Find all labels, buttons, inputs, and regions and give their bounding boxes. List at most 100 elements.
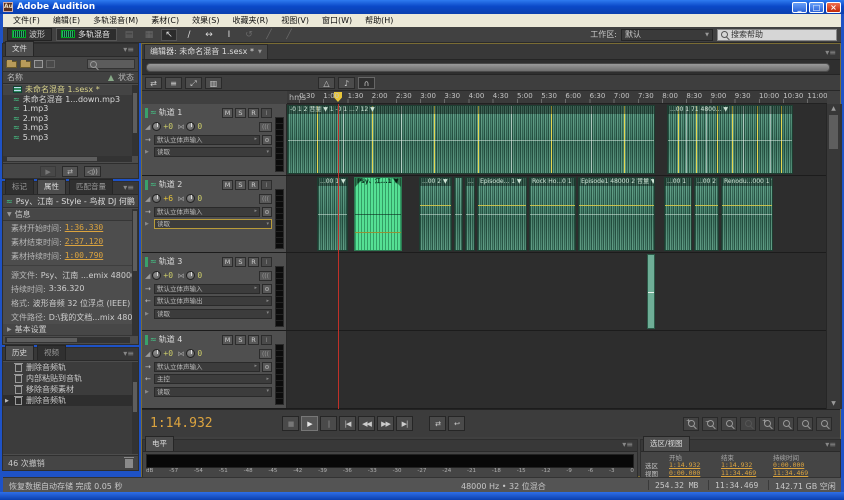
go-to-start-button[interactable]: |◀	[339, 416, 356, 431]
mute-button[interactable]: M	[222, 257, 233, 267]
workspace-dropdown[interactable]: 默认 ▼	[621, 29, 713, 41]
tab-files[interactable]: 文件	[5, 41, 34, 56]
volume-value[interactable]: +6	[163, 194, 175, 203]
move-tool-button[interactable]: ↖	[161, 29, 177, 41]
zoom-selection-out-button[interactable]	[797, 417, 813, 431]
monitor-input-button[interactable]: I	[261, 257, 272, 267]
zoom-reset-button[interactable]	[740, 417, 756, 431]
history-vertical-scrollbar[interactable]	[132, 362, 138, 454]
mute-button[interactable]: M	[222, 335, 233, 345]
volume-envelope[interactable]	[695, 205, 718, 206]
minimize-button[interactable]: _	[792, 2, 807, 13]
output-dropdown[interactable]: 默认立体声输出▸	[154, 296, 272, 306]
file-item[interactable]: ≈3.mp3	[3, 123, 132, 133]
scrollbar-thumb[interactable]	[829, 115, 838, 149]
trash-icon[interactable]	[125, 459, 133, 468]
file-item[interactable]: ≈未命名混音 1...down.mp3	[3, 95, 132, 105]
tab-0[interactable]: 标记	[5, 179, 34, 194]
volume-knob[interactable]	[152, 349, 161, 358]
input-settings-button[interactable]	[262, 362, 272, 372]
sort-asc-icon[interactable]: ▲	[108, 73, 114, 82]
solo-button[interactable]: S	[235, 180, 246, 190]
menu-item[interactable]: 文件(F)	[7, 14, 46, 27]
files-search-input[interactable]	[87, 59, 135, 69]
monitor-input-button[interactable]: I	[261, 108, 272, 118]
stop-button[interactable]: ■	[282, 416, 299, 431]
clip[interactable]: ...00 2 ▼	[419, 177, 452, 251]
column-status[interactable]: 状态	[118, 72, 134, 83]
track-controls-button[interactable]: ≡	[165, 77, 182, 89]
tab-1[interactable]: 属性	[37, 179, 66, 194]
panel-menu-icon[interactable]: ▾≡	[119, 183, 138, 194]
metronome-button[interactable]: △	[318, 77, 335, 89]
clip[interactable]: -0 1 2 音量 ▼ 1 -0 1 ...7 12 ▼	[287, 105, 655, 174]
tab-history-0[interactable]: 历史	[5, 345, 34, 360]
record-arm-button[interactable]: R	[248, 108, 259, 118]
pan-knob[interactable]	[186, 194, 195, 203]
tab-2[interactable]: 匹配音量	[69, 179, 113, 194]
pan-knob[interactable]	[186, 122, 195, 131]
clip[interactable]	[454, 177, 463, 251]
record-arm-button[interactable]: R	[248, 335, 259, 345]
scroll-down-icon[interactable]: ▼	[827, 399, 840, 409]
menu-item[interactable]: 素材(C)	[145, 14, 185, 27]
automation-mode-dropdown[interactable]: 读取▾	[154, 147, 272, 157]
time-selection-tool-button[interactable]: I	[221, 30, 237, 40]
record-arm-button[interactable]: R	[248, 257, 259, 267]
mute-button[interactable]: M	[222, 108, 233, 118]
history-item[interactable]: 移除音频素材	[3, 384, 132, 395]
skip-selection-button[interactable]: ↩	[448, 416, 465, 431]
volume-value[interactable]: +0	[163, 271, 175, 280]
waveform-view-button[interactable]: 波形	[7, 28, 52, 41]
loop-preview-button[interactable]: ⇄	[62, 166, 78, 177]
tab-editor[interactable]: 编辑器: 未命名混音 1.sesx * ▼	[144, 44, 268, 59]
volume-envelope[interactable]	[722, 205, 772, 206]
maximize-button[interactable]: □	[809, 2, 824, 13]
menu-item[interactable]: 效果(S)	[186, 14, 225, 27]
crossfade-tool-button[interactable]: ⇄	[145, 77, 162, 89]
track-name[interactable]: 轨道 1	[159, 107, 220, 118]
track-lane[interactable]	[287, 331, 827, 408]
files-horizontal-scrollbar[interactable]	[3, 156, 132, 162]
track-lane[interactable]: -0 1 2 音量 ▼ 1 -0 1 ...7 12 ▼...00 1 71 4…	[287, 104, 827, 175]
property-value[interactable]: 1:00.790	[65, 251, 104, 262]
volume-value[interactable]: +0	[163, 122, 175, 131]
track-name[interactable]: 轨道 3	[159, 256, 220, 267]
media-browser-icon[interactable]	[34, 60, 43, 68]
zoom-out-button[interactable]: −	[702, 417, 718, 431]
monitor-input-button[interactable]: I	[261, 180, 272, 190]
volume-envelope[interactable]	[355, 232, 401, 233]
menu-item[interactable]: 编辑(E)	[47, 14, 86, 27]
input-dropdown[interactable]: 默认立体声输入▸	[154, 207, 260, 217]
volume-knob[interactable]	[152, 194, 161, 203]
mute-button[interactable]: M	[222, 180, 233, 190]
clip[interactable]: ...1	[465, 177, 475, 251]
volume-knob[interactable]	[152, 122, 161, 131]
pan-value[interactable]: 0	[197, 349, 209, 358]
property-value[interactable]: 1:36.330	[65, 223, 104, 234]
tab-selection-view[interactable]: 选区/视图	[643, 436, 690, 451]
clip[interactable]: ...00 2	[694, 177, 719, 251]
zoom-in-button[interactable]: +	[683, 417, 699, 431]
properties-horizontal-scrollbar[interactable]	[5, 337, 130, 343]
loop-playback-button[interactable]: ⇄	[429, 416, 446, 431]
navigator-thumb[interactable]	[146, 63, 830, 72]
input-dropdown[interactable]: 默认立体声输入▸	[154, 135, 260, 145]
panel-menu-icon[interactable]: ▾≡	[618, 440, 637, 451]
pan-knob[interactable]	[186, 271, 195, 280]
zoom-amplitude-in-button[interactable]: +	[759, 417, 775, 431]
selection-start[interactable]: 1:14.932	[669, 461, 721, 469]
section-header[interactable]: ▶基本设置	[3, 324, 132, 336]
tab-history-1[interactable]: 视频	[37, 345, 66, 360]
automation-mode-dropdown[interactable]: 读取▾	[154, 309, 272, 319]
files-vertical-scrollbar[interactable]	[132, 85, 138, 156]
track-name[interactable]: 轨道 2	[159, 179, 220, 190]
clip[interactable]: ...00 1	[664, 177, 692, 251]
history-item[interactable]: 删除音频轨	[3, 362, 132, 373]
input-settings-button[interactable]	[262, 284, 272, 294]
selection-duration[interactable]: 0:00.000	[773, 461, 825, 469]
expand-tracks-button[interactable]: ⤢	[185, 77, 202, 89]
view-duration[interactable]: 11:34.469	[773, 469, 825, 477]
close-button[interactable]: ×	[826, 2, 841, 13]
tab-levels[interactable]: 电平	[145, 436, 174, 451]
